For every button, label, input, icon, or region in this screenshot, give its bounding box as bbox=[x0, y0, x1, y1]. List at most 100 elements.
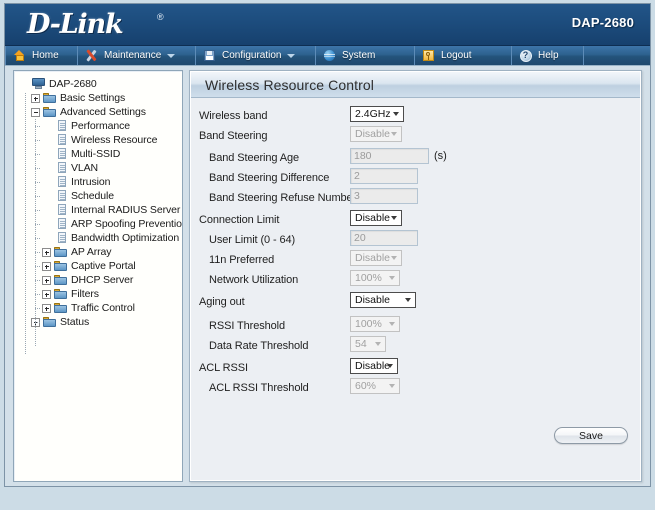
tree-toggle-plus-icon[interactable] bbox=[42, 289, 51, 299]
chevron-down-icon bbox=[389, 322, 395, 326]
tree-node-label: Internal RADIUS Server bbox=[71, 204, 181, 216]
select-value: Disable bbox=[355, 252, 391, 264]
tree-node-schedule[interactable]: Schedule bbox=[18, 189, 182, 203]
wrench-icon bbox=[85, 49, 98, 62]
tree-node-filters[interactable]: Filters bbox=[18, 287, 182, 301]
tree-node-traffic-control[interactable]: Traffic Control bbox=[18, 301, 182, 315]
select-aging-out[interactable]: Disable bbox=[350, 292, 416, 308]
tree-node-arp-spoofing-prevention[interactable]: ARP Spoofing Prevention bbox=[18, 217, 182, 231]
folder-icon bbox=[54, 288, 68, 300]
tree-connector-tick bbox=[35, 182, 41, 183]
nav-item-configuration[interactable]: Configuration bbox=[196, 46, 316, 65]
select-connection-limit[interactable]: Disable bbox=[350, 210, 402, 226]
tree-node-dhcp-server[interactable]: DHCP Server bbox=[18, 273, 182, 287]
input-value: 2 bbox=[354, 170, 360, 182]
input-value: 180 bbox=[354, 150, 372, 162]
dlink-logo: D-Link bbox=[27, 9, 124, 40]
tree-node-label: Intrusion bbox=[71, 176, 111, 188]
input-band-steering-age: 180 bbox=[350, 148, 429, 164]
field-row-11n-preferred: 11n Preferred Disable bbox=[191, 249, 640, 270]
select-11n-preferred: Disable bbox=[350, 250, 402, 266]
registered-mark-icon: ® bbox=[157, 12, 164, 22]
tree-node-bandwidth-optimization[interactable]: Bandwidth Optimization bbox=[18, 231, 182, 245]
tree-connector-tick bbox=[35, 168, 41, 169]
chevron-down-icon bbox=[167, 53, 176, 58]
tree-toggle-plus-icon[interactable] bbox=[42, 303, 51, 313]
nav-item-home[interactable]: Home bbox=[5, 46, 78, 65]
tree-node-label: Wireless Resource bbox=[71, 134, 158, 146]
field-control-wrap: Disable bbox=[350, 210, 402, 226]
nav-item-label: Configuration bbox=[222, 50, 282, 61]
page-icon bbox=[57, 190, 68, 202]
chevron-down-icon bbox=[387, 364, 393, 368]
select-value: Disable bbox=[355, 294, 391, 306]
tree-node-performance[interactable]: Performance bbox=[18, 119, 182, 133]
page-icon bbox=[57, 176, 68, 188]
tree-toggle-minus-icon[interactable] bbox=[31, 107, 40, 117]
tree-node-ap-array[interactable]: AP Array bbox=[18, 245, 182, 259]
folder-icon bbox=[43, 316, 57, 328]
globe-icon bbox=[323, 49, 336, 62]
device-icon bbox=[32, 78, 46, 90]
tree-node-basic-settings[interactable]: Basic Settings bbox=[18, 91, 182, 105]
select-value: Disable bbox=[355, 128, 391, 140]
select-wireless-band[interactable]: 2.4GHz bbox=[350, 106, 404, 122]
tree-node-status[interactable]: Status bbox=[18, 315, 182, 329]
field-control-wrap: 3 bbox=[350, 188, 418, 204]
tree-toggle-plus-icon[interactable] bbox=[42, 247, 51, 257]
field-label: Band Steering bbox=[199, 129, 268, 142]
tree-node-label: Filters bbox=[71, 288, 99, 300]
field-row-band-steering-age: Band Steering Age 180 (s) bbox=[191, 147, 640, 168]
page-title-text: Wireless Resource Control bbox=[205, 76, 374, 93]
nav-item-logout[interactable]: Logout bbox=[415, 46, 512, 65]
field-control-wrap: 100% bbox=[350, 316, 400, 332]
field-control-wrap: Disable bbox=[350, 250, 402, 266]
tree-toggle-plus-icon[interactable] bbox=[42, 275, 51, 285]
tree-connector-tick bbox=[35, 280, 41, 281]
folder-icon bbox=[54, 274, 68, 286]
tree-node-captive-portal[interactable]: Captive Portal bbox=[18, 259, 182, 273]
select-band-steering: Disable bbox=[350, 126, 402, 142]
select-value: 100% bbox=[355, 318, 382, 330]
folder-icon bbox=[54, 260, 68, 272]
tree-toggle-plus-icon[interactable] bbox=[42, 261, 51, 271]
page-icon bbox=[57, 120, 68, 132]
tree-node-internal-radius-server[interactable]: Internal RADIUS Server bbox=[18, 203, 182, 217]
tree-connector-tick bbox=[35, 322, 41, 323]
chevron-down-icon bbox=[389, 384, 395, 388]
tree-node-advanced-settings[interactable]: Advanced Settings bbox=[18, 105, 182, 119]
tree-node-wireless-resource[interactable]: Wireless Resource bbox=[18, 133, 182, 147]
chevron-down-icon bbox=[391, 132, 397, 136]
field-control-wrap: 100% bbox=[350, 270, 400, 286]
page-icon bbox=[57, 218, 68, 230]
select-rssi-threshold: 100% bbox=[350, 316, 400, 332]
tree-connector-tick bbox=[35, 238, 41, 239]
select-network-utilization: 100% bbox=[350, 270, 400, 286]
nav-item-help[interactable]: ? Help bbox=[512, 46, 584, 65]
nav-item-system[interactable]: System bbox=[316, 46, 415, 65]
save-button[interactable]: Save bbox=[554, 427, 628, 444]
select-acl-rssi[interactable]: Disable bbox=[350, 358, 398, 374]
select-value: 54 bbox=[355, 338, 367, 350]
field-control-wrap: 2 bbox=[350, 168, 418, 184]
field-row-user-limit-0-64: User Limit (0 - 64) 20 bbox=[191, 229, 640, 250]
nav-item-maintenance[interactable]: Maintenance bbox=[78, 46, 196, 65]
field-control-wrap: 54 bbox=[350, 336, 386, 352]
select-value: Disable bbox=[355, 360, 391, 372]
field-label: Connection Limit bbox=[199, 213, 280, 226]
tree-node-label: AP Array bbox=[71, 246, 112, 258]
field-label: Aging out bbox=[199, 295, 245, 308]
tree-node-vlan[interactable]: VLAN bbox=[18, 161, 182, 175]
field-label: ACL RSSI Threshold bbox=[209, 381, 309, 394]
tree-connector-tick bbox=[35, 126, 41, 127]
tree-toggle-plus-icon[interactable] bbox=[31, 93, 40, 103]
tree-node-intrusion[interactable]: Intrusion bbox=[18, 175, 182, 189]
tree-connector-tick bbox=[35, 210, 41, 211]
input-user-limit-0-64: 20 bbox=[350, 230, 418, 246]
sidebar-tree[interactable]: DAP-2680 Basic Settings Advanced Settings P… bbox=[13, 70, 183, 482]
select-value: Disable bbox=[355, 212, 391, 224]
field-row-band-steering-difference: Band Steering Difference 2 bbox=[191, 167, 640, 188]
tree-node-multi-ssid[interactable]: Multi-SSID bbox=[18, 147, 182, 161]
tree-node-root[interactable]: DAP-2680 bbox=[18, 77, 182, 91]
field-control-wrap: 2.4GHz bbox=[350, 106, 404, 122]
